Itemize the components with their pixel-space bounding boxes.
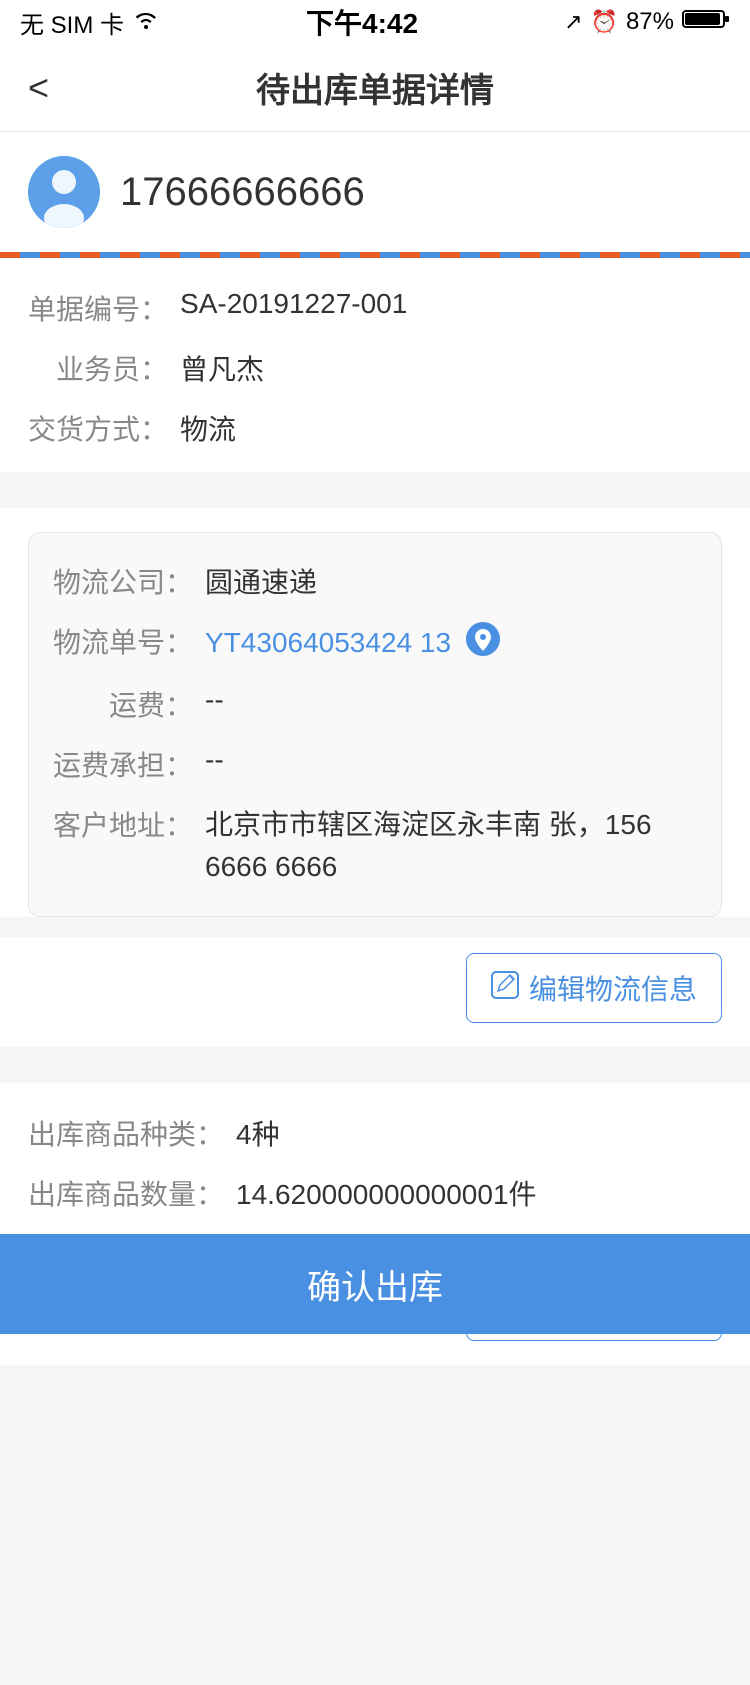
salesperson-value: 曾凡杰: [180, 348, 722, 388]
stock-info-section: 出库商品种类： 4种 出库商品数量： 14.620000000000001件: [0, 1083, 750, 1237]
delivery-value: 物流: [180, 408, 722, 448]
stock-types-value: 4种: [236, 1113, 722, 1153]
freight-label: 运费：: [53, 684, 193, 724]
user-header: 17666666666: [0, 132, 750, 252]
stock-quantity-value: 14.620000000000001件: [236, 1173, 722, 1213]
freight-row: 运费： --: [53, 684, 697, 724]
edit-logistics-label: 编辑物流信息: [529, 968, 697, 1008]
logistics-company-row: 物流公司： 圆通速递: [53, 561, 697, 601]
avatar: [28, 156, 100, 228]
status-left: 无 SIM 卡: [20, 5, 160, 40]
address-value: 北京市市辖区海淀区永丰南 张，156 6666 6666: [205, 804, 697, 888]
freight-bear-value: --: [205, 744, 697, 776]
address-label: 客户地址：: [53, 804, 193, 844]
document-no-row: 单据编号： SA-20191227-001: [28, 288, 722, 328]
battery-icon: [682, 7, 730, 38]
back-button[interactable]: <: [28, 67, 49, 109]
document-no-value: SA-20191227-001: [180, 288, 722, 320]
logistics-company-value: 圆通速递: [205, 561, 697, 601]
tracking-row: 物流单号： YT43064053424 13: [53, 621, 697, 664]
tracking-value: YT43064053424 13: [205, 621, 697, 664]
address-row: 客户地址： 北京市市辖区海淀区永丰南 张，156 6666 6666: [53, 804, 697, 888]
freight-value: --: [205, 684, 697, 716]
nav-bar: < 待出库单据详情: [0, 44, 750, 132]
page-title: 待出库单据详情: [256, 63, 494, 112]
document-no-label: 单据编号：: [28, 288, 168, 328]
status-time: 下午4:42: [306, 2, 418, 42]
battery-label: 87%: [626, 8, 674, 36]
wifi-icon: [132, 8, 160, 36]
map-pin-icon[interactable]: [465, 621, 501, 664]
stock-types-label: 出库商品种类：: [28, 1113, 224, 1153]
status-right: ↗ ⏰ 87%: [564, 7, 730, 38]
stock-quantity-label: 出库商品数量：: [28, 1173, 224, 1213]
stock-quantity-row: 出库商品数量： 14.620000000000001件: [28, 1173, 722, 1213]
logistics-company-label: 物流公司：: [53, 561, 193, 601]
salesperson-row: 业务员： 曾凡杰: [28, 348, 722, 388]
stock-types-row: 出库商品种类： 4种: [28, 1113, 722, 1153]
freight-bear-label: 运费承担：: [53, 744, 193, 784]
salesperson-label: 业务员：: [28, 348, 168, 388]
user-phone: 17666666666: [120, 170, 365, 215]
alarm-icon: ⏰: [591, 9, 618, 35]
logistics-card: 物流公司： 圆通速递 物流单号： YT43064053424 13 运费：: [28, 532, 722, 917]
delivery-row: 交货方式： 物流: [28, 408, 722, 448]
status-bar: 无 SIM 卡 下午4:42 ↗ ⏰ 87%: [0, 0, 750, 44]
edit-icon: [491, 971, 519, 1006]
carrier-label: 无 SIM 卡: [20, 5, 124, 40]
edit-logistics-row: 编辑物流信息: [0, 937, 750, 1047]
basic-info-section: 单据编号： SA-20191227-001 业务员： 曾凡杰 交货方式： 物流: [0, 258, 750, 472]
edit-logistics-button[interactable]: 编辑物流信息: [466, 953, 722, 1023]
location-status-icon: ↗: [564, 9, 582, 35]
freight-bear-row: 运费承担： --: [53, 744, 697, 784]
tracking-label: 物流单号：: [53, 621, 193, 661]
confirm-button-label: 确认出库: [307, 1260, 443, 1309]
confirm-button[interactable]: 确认出库: [0, 1234, 750, 1334]
delivery-label: 交货方式：: [28, 408, 168, 448]
